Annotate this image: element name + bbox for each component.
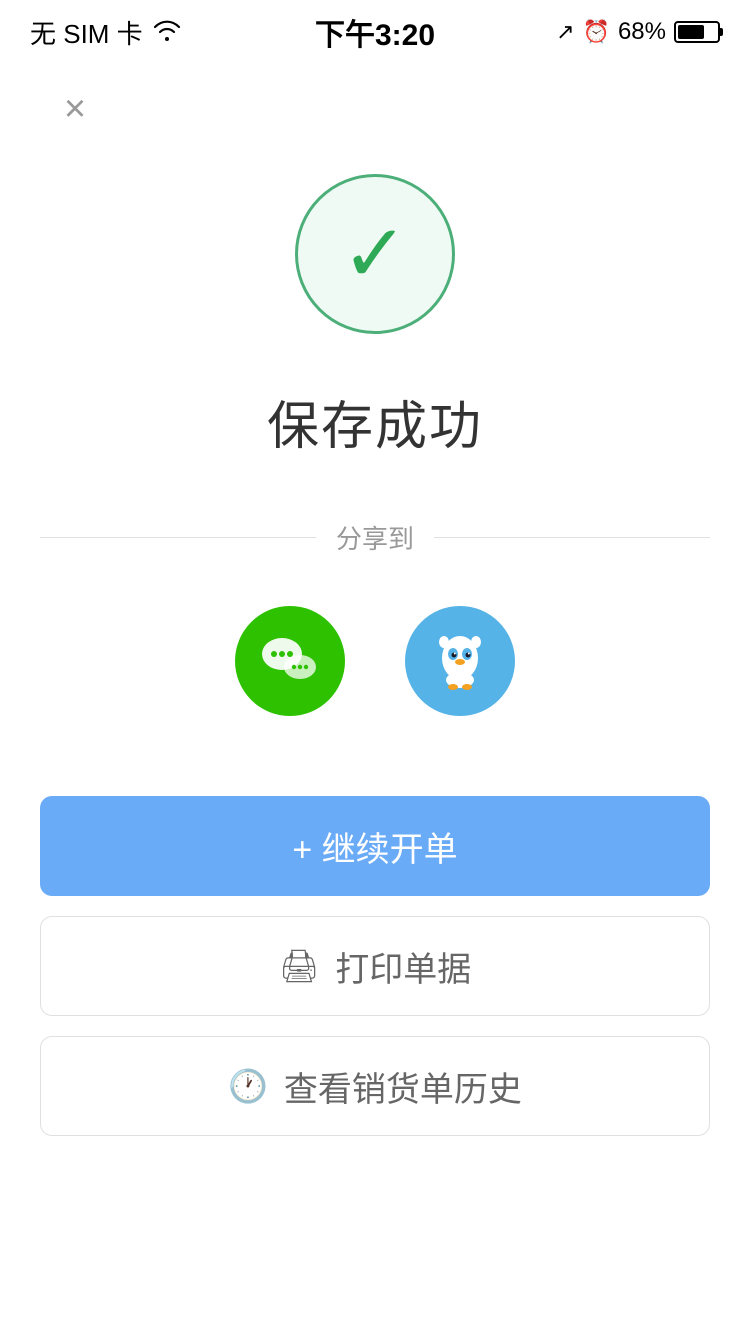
wifi-icon xyxy=(153,17,181,48)
carrier-text: 无 SIM 卡 xyxy=(30,14,143,51)
divider-left xyxy=(40,537,316,538)
close-icon: × xyxy=(64,90,86,128)
close-button-row: × xyxy=(40,64,710,144)
print-button-label: 打印单据 xyxy=(335,942,471,991)
history-icon: 🕐 xyxy=(228,1067,268,1105)
print-button[interactable]: 🖨 打印单据 xyxy=(40,916,710,1016)
action-buttons: + 继续开单 🖨 打印单据 🕐 查看销货单历史 xyxy=(40,796,710,1136)
alarm-icon: ⏰ xyxy=(583,19,610,45)
continue-button-label: + 继续开单 xyxy=(292,822,457,871)
history-button-label: 查看销货单历史 xyxy=(284,1062,522,1111)
status-right: ↗ ⏰ 68% xyxy=(556,18,720,46)
battery-icon xyxy=(674,21,720,43)
success-circle: ✓ xyxy=(295,174,455,334)
share-label: 分享到 xyxy=(336,519,414,556)
main-content: × ✓ 保存成功 分享到 xyxy=(0,64,750,1136)
checkmark-icon: ✓ xyxy=(341,214,408,294)
share-divider: 分享到 xyxy=(40,519,710,556)
continue-button[interactable]: + 继续开单 xyxy=(40,796,710,896)
status-bar: 无 SIM 卡 下午3:20 ↗ ⏰ 68% xyxy=(0,0,750,64)
status-left: 无 SIM 卡 xyxy=(30,14,181,51)
qq-share-button[interactable] xyxy=(405,606,515,716)
status-time: 下午3:20 xyxy=(315,10,435,54)
history-button[interactable]: 🕐 查看销货单历史 xyxy=(40,1036,710,1136)
divider-right xyxy=(434,537,710,538)
location-icon: ↗ xyxy=(556,19,574,45)
qq-logo-icon xyxy=(431,630,489,692)
wechat-logo-icon xyxy=(258,631,322,691)
wechat-share-button[interactable] xyxy=(235,606,345,716)
close-button[interactable]: × xyxy=(50,84,100,134)
success-title: 保存成功 xyxy=(267,384,483,459)
print-icon: 🖨 xyxy=(279,947,320,985)
battery-percent: 68% xyxy=(618,18,666,46)
share-icons-row xyxy=(235,606,515,716)
